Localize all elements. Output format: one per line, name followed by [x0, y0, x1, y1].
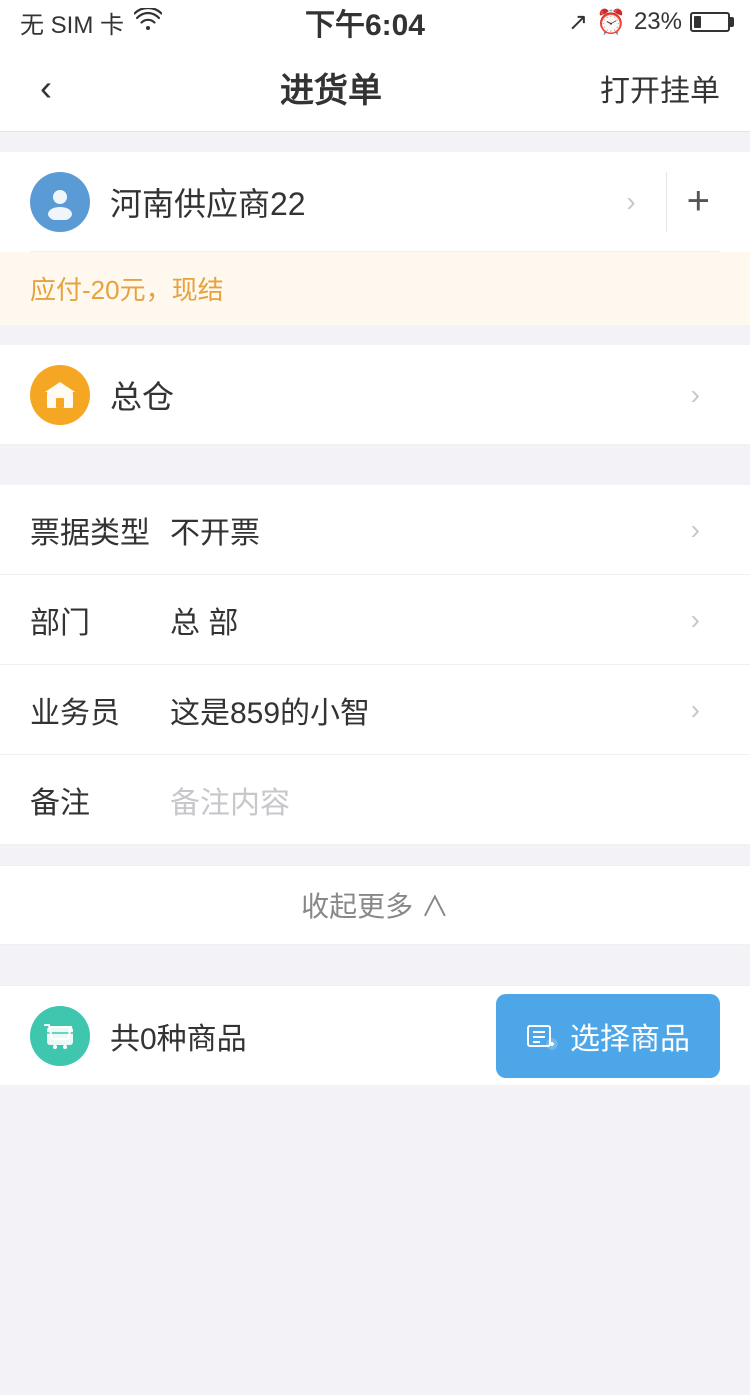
sales-label: 业务员 [30, 688, 150, 732]
product-count: 共0种商品 [110, 1014, 247, 1058]
status-bar: 无 SIM 卡 下午6:04 ↗ ⏰ 23% [0, 0, 750, 44]
section-gap-3 [0, 445, 750, 465]
battery-percent: 23% [634, 8, 682, 36]
supplier-avatar [30, 172, 90, 232]
back-button[interactable]: ‹ [30, 57, 62, 119]
add-supplier-button[interactable]: + [677, 169, 720, 234]
status-left: 无 SIM 卡 [20, 5, 162, 40]
warehouse-icon-wrap [30, 365, 90, 425]
bottom-bar: 共0种商品 选择商品 [0, 985, 750, 1085]
bottom-background [0, 1085, 750, 1395]
invoice-value: 不开票 [150, 508, 691, 552]
cart-icon [43, 1019, 77, 1053]
section-gap-1 [0, 132, 750, 152]
sales-chevron-icon: › [691, 694, 700, 726]
dept-value: 总 部 [150, 598, 691, 642]
warehouse-chevron-icon: › [691, 379, 700, 411]
dept-label: 部门 [30, 598, 150, 642]
select-product-button[interactable]: 选择商品 [496, 994, 720, 1078]
select-product-icon [526, 1022, 558, 1050]
dept-row[interactable]: 部门 总 部 › [0, 575, 750, 665]
collapse-label: 收起更多 ∧ [301, 885, 449, 925]
warehouse-icon [43, 378, 77, 412]
location-icon: ↗ [568, 8, 588, 37]
page-title: 进货单 [280, 63, 382, 112]
warehouse-row[interactable]: 总仓 › [0, 345, 750, 445]
remark-label: 备注 [30, 778, 150, 822]
sales-value: 这是859的小智 [150, 688, 691, 732]
remark-input[interactable]: 备注内容 [150, 778, 720, 822]
user-icon [42, 184, 78, 220]
supplier-name: 河南供应商22 [110, 179, 626, 225]
select-product-label: 选择商品 [570, 1014, 690, 1058]
warehouse-name: 总仓 [110, 372, 691, 418]
supplier-chevron-icon: › [626, 186, 635, 218]
dept-chevron-icon: › [691, 604, 700, 636]
alarm-icon: ⏰ [596, 8, 626, 37]
cart-icon-wrap [30, 1006, 90, 1066]
supplier-row[interactable]: 河南供应商22 › + [30, 152, 720, 252]
section-gap-2 [0, 325, 750, 345]
invoice-row[interactable]: 票据类型 不开票 › [0, 485, 750, 575]
section-gap-4 [0, 945, 750, 965]
status-right: ↗ ⏰ 23% [568, 8, 730, 37]
remark-row[interactable]: 备注 备注内容 [0, 755, 750, 845]
status-time: 下午6:04 [305, 0, 425, 44]
invoice-label: 票据类型 [30, 508, 150, 552]
supplier-section: 河南供应商22 › + [0, 152, 750, 252]
battery-icon [690, 12, 730, 32]
nav-bar: ‹ 进货单 打开挂单 [0, 44, 750, 132]
wifi-icon [134, 8, 162, 37]
bottom-left: 共0种商品 [30, 1006, 247, 1066]
no-sim-text: 无 SIM 卡 [20, 5, 124, 40]
form-section: 票据类型 不开票 › 部门 总 部 › 业务员 这是859的小智 › 备注 备注… [0, 485, 750, 845]
sales-row[interactable]: 业务员 这是859的小智 › [0, 665, 750, 755]
notice-row: 应付-20元，现结 [0, 252, 750, 325]
invoice-chevron-icon: › [691, 514, 700, 546]
collapse-row[interactable]: 收起更多 ∧ [0, 865, 750, 945]
notice-text: 应付-20元，现结 [30, 275, 224, 305]
divider [666, 172, 667, 232]
open-pending-button[interactable]: 打开挂单 [600, 66, 720, 110]
